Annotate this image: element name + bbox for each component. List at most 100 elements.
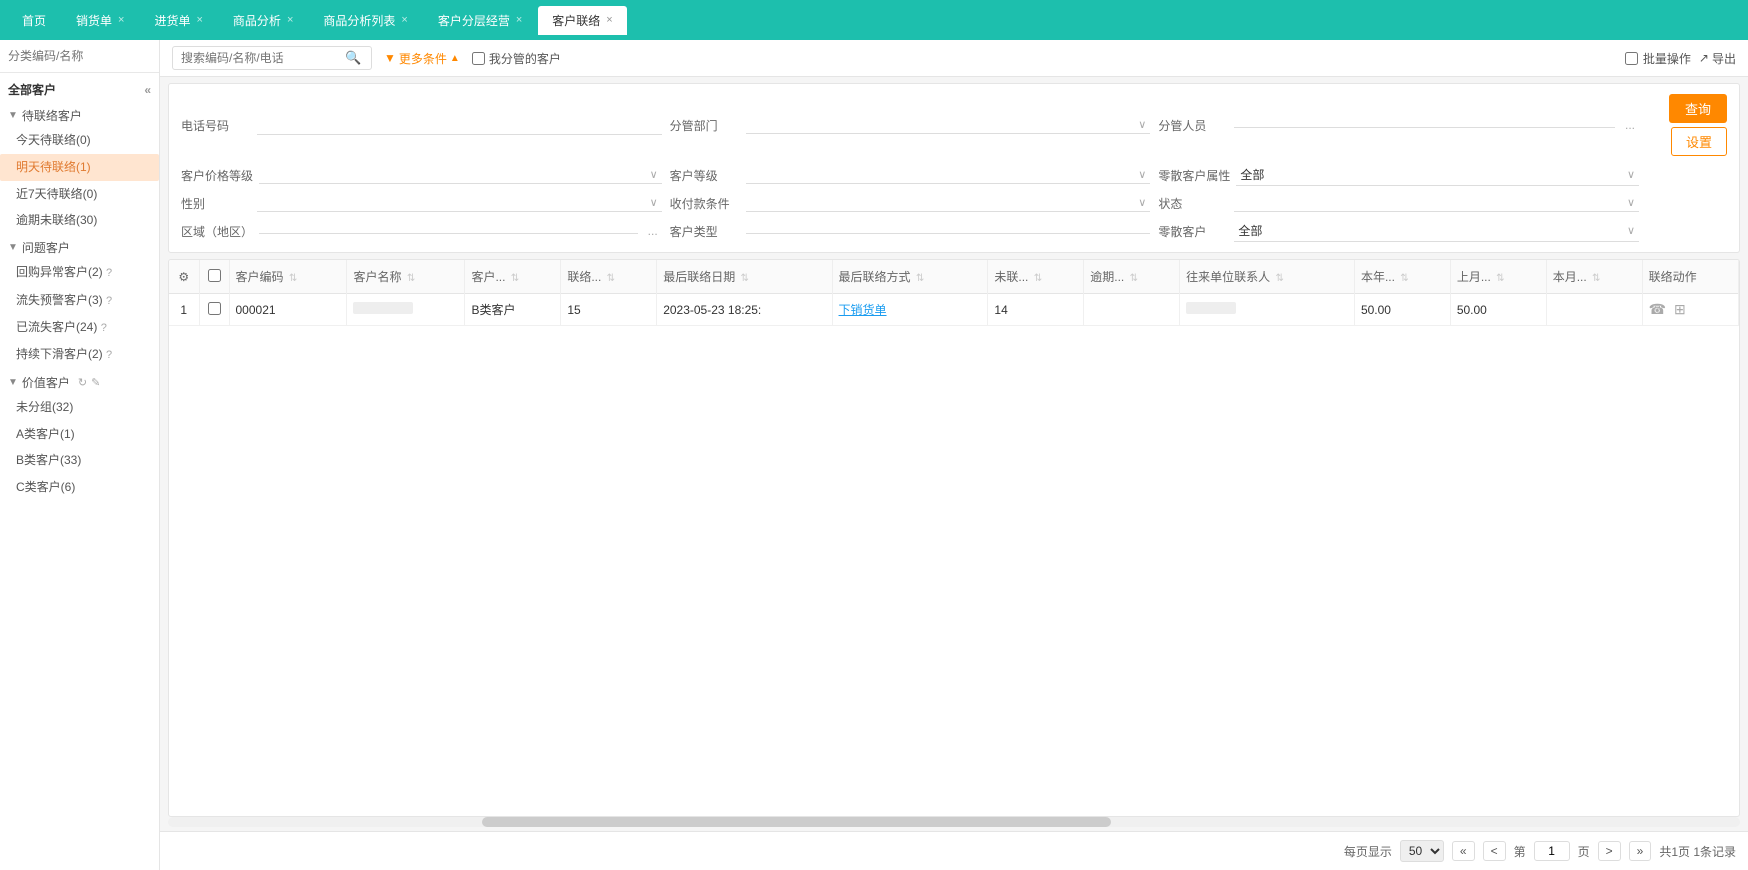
search-input[interactable]	[181, 51, 341, 65]
sidebar-item-7day-contact[interactable]: 近7天待联络(0)	[0, 181, 159, 208]
page-number-input[interactable]	[1534, 841, 1570, 861]
chevron-down-icon: ∨	[1627, 168, 1635, 181]
scroll-thumb[interactable]	[482, 817, 1111, 827]
toolbar-right: 批量操作 ↗ 导出	[1625, 50, 1736, 67]
prev-page-button[interactable]: <	[1483, 841, 1506, 861]
sort-icon[interactable]: ⇅	[289, 273, 297, 284]
customer-type-select[interactable]	[746, 229, 1151, 234]
sidebar-item-c-class[interactable]: C类客户(6)	[0, 474, 159, 501]
payment-select[interactable]: ∨	[746, 194, 1151, 212]
customer-grade-select[interactable]: ∨	[746, 166, 1151, 184]
sort-icon[interactable]: ⇅	[1276, 273, 1284, 284]
col-last-date: 最后联络日期 ⇅	[657, 260, 832, 294]
sort-icon[interactable]: ⇅	[1130, 273, 1138, 284]
sidebar-search-input[interactable]	[8, 49, 160, 63]
retail-customer-select[interactable]: 全部 ∨	[1234, 220, 1639, 242]
sidebar-item-declining-customer[interactable]: 持续下滑客户(2) ?	[0, 341, 159, 368]
next-page-button[interactable]: >	[1598, 841, 1621, 861]
dept-select[interactable]: ∨	[746, 116, 1151, 134]
sidebar-item-ungrouped[interactable]: 未分组(32)	[0, 394, 159, 421]
filter-more-button[interactable]: ▼ 更多条件 ▲	[380, 48, 464, 69]
close-icon[interactable]: ×	[401, 14, 407, 26]
customer-value-select[interactable]: ∨	[259, 166, 662, 184]
close-icon[interactable]: ×	[606, 14, 612, 26]
retail-attr-select[interactable]: 全部 ∨	[1236, 164, 1639, 186]
sort-icon[interactable]: ⇅	[1592, 273, 1600, 284]
col-unit-contact: 往来单位联系人 ⇅	[1180, 260, 1355, 294]
sidebar-item-churn-warning[interactable]: 流失预警客户(3) ?	[0, 287, 159, 314]
gender-label: 性别	[181, 195, 251, 212]
person-more-icon[interactable]: ...	[1621, 118, 1639, 132]
row-overdue	[1084, 294, 1180, 326]
chevron-down-icon: ∨	[650, 168, 658, 181]
select-all-checkbox[interactable]	[208, 269, 221, 282]
sort-icon[interactable]: ⇅	[916, 273, 924, 284]
filter-row-4: 区域（地区） ... 客户类型 零散客户 全部 ∨	[181, 220, 1727, 242]
nav-customer-contact[interactable]: 客户联络 ×	[538, 6, 626, 35]
gear-icon[interactable]: ⚙	[178, 270, 189, 284]
all-customers-title[interactable]: 全部客户 «	[0, 73, 159, 102]
sidebar-item-repurchase-abnormal[interactable]: 回购异常客户(2) ?	[0, 259, 159, 286]
gender-filter-cell: 性别 ∨	[181, 194, 662, 212]
search-icon[interactable]: 🔍	[345, 50, 361, 66]
retail-customer-label: 零散客户	[1158, 223, 1228, 240]
collapse-icon[interactable]: «	[144, 83, 151, 97]
sidebar-item-overdue-contact[interactable]: 逾期未联络(30)	[0, 207, 159, 234]
sort-icon[interactable]: ⇅	[741, 273, 749, 284]
export-button[interactable]: ↗ 导出	[1699, 50, 1736, 67]
nav-product-analysis-list[interactable]: 商品分析列表 ×	[309, 6, 421, 35]
nav-product-analysis[interactable]: 商品分析 ×	[219, 6, 307, 35]
row-last-date: 2023-05-23 18:25:	[657, 294, 832, 326]
phone-input[interactable]	[257, 116, 662, 135]
problem-group-label: ▼ 问题客户	[0, 234, 159, 259]
chevron-down-icon: ∨	[1627, 196, 1635, 209]
unit-contact-placeholder	[1186, 302, 1236, 314]
sort-icon[interactable]: ⇅	[607, 273, 615, 284]
sort-icon[interactable]: ⇅	[511, 273, 519, 284]
sort-icon[interactable]: ⇅	[1496, 273, 1504, 284]
close-icon[interactable]: ×	[118, 14, 124, 26]
first-page-button[interactable]: «	[1452, 841, 1475, 861]
batch-operation-button[interactable]: 批量操作	[1625, 50, 1691, 67]
status-select[interactable]: ∨	[1234, 194, 1639, 212]
dept-label: 分管部门	[670, 117, 740, 134]
sidebar-item-tomorrow-contact[interactable]: 明天待联络(1)	[0, 154, 159, 181]
row-checkbox[interactable]	[208, 302, 221, 315]
nav-home[interactable]: 首页	[8, 6, 60, 35]
nav-purchase-order[interactable]: 进货单 ×	[140, 6, 216, 35]
horizontal-scrollbar[interactable]	[168, 817, 1740, 827]
sidebar-item-today-contact[interactable]: 今天待联络(0)	[0, 127, 159, 154]
close-icon[interactable]: ×	[516, 14, 522, 26]
close-icon[interactable]: ×	[287, 14, 293, 26]
my-customer-checkbox[interactable]	[472, 52, 485, 65]
query-button[interactable]: 查询	[1669, 94, 1727, 123]
sort-icon[interactable]: ⇅	[407, 273, 415, 284]
sidebar-item-a-class[interactable]: A类客户(1)	[0, 421, 159, 448]
last-method-link[interactable]: 下销货单	[839, 303, 887, 317]
sort-icon[interactable]: ⇅	[1400, 273, 1408, 284]
sidebar-item-lost-customer[interactable]: 已流失客户(24) ?	[0, 314, 159, 341]
region-select[interactable]	[259, 229, 638, 234]
page-size-select[interactable]: 50	[1400, 840, 1444, 862]
nav-customer-tier[interactable]: 客户分层经营 ×	[424, 6, 536, 35]
sidebar-item-b-class[interactable]: B类客户(33)	[0, 447, 159, 474]
my-customer-checkbox-label[interactable]: 我分管的客户	[472, 50, 561, 67]
more-action-icon[interactable]: ⊞	[1674, 301, 1686, 318]
sort-icon[interactable]: ⇅	[1034, 273, 1042, 284]
batch-check[interactable]	[1625, 52, 1638, 65]
person-select[interactable]	[1234, 123, 1615, 128]
phone-label: 电话号码	[181, 117, 251, 134]
last-page-button[interactable]: »	[1629, 841, 1652, 861]
region-more-icon[interactable]: ...	[644, 224, 662, 238]
close-icon[interactable]: ×	[196, 14, 202, 26]
row-this-month	[1546, 294, 1642, 326]
reset-button[interactable]: 设置	[1671, 127, 1727, 156]
col-type: 客户... ⇅	[465, 260, 561, 294]
name-placeholder	[353, 302, 413, 314]
chevron-down-icon: ∨	[1627, 224, 1635, 237]
nav-sales-order[interactable]: 销货单 ×	[62, 6, 138, 35]
pending-group-label: ▼ 待联络客户	[0, 102, 159, 127]
contact-action-icon[interactable]: ☎	[1649, 301, 1666, 318]
gender-select[interactable]: ∨	[257, 194, 662, 212]
row-contact: 15	[561, 294, 657, 326]
